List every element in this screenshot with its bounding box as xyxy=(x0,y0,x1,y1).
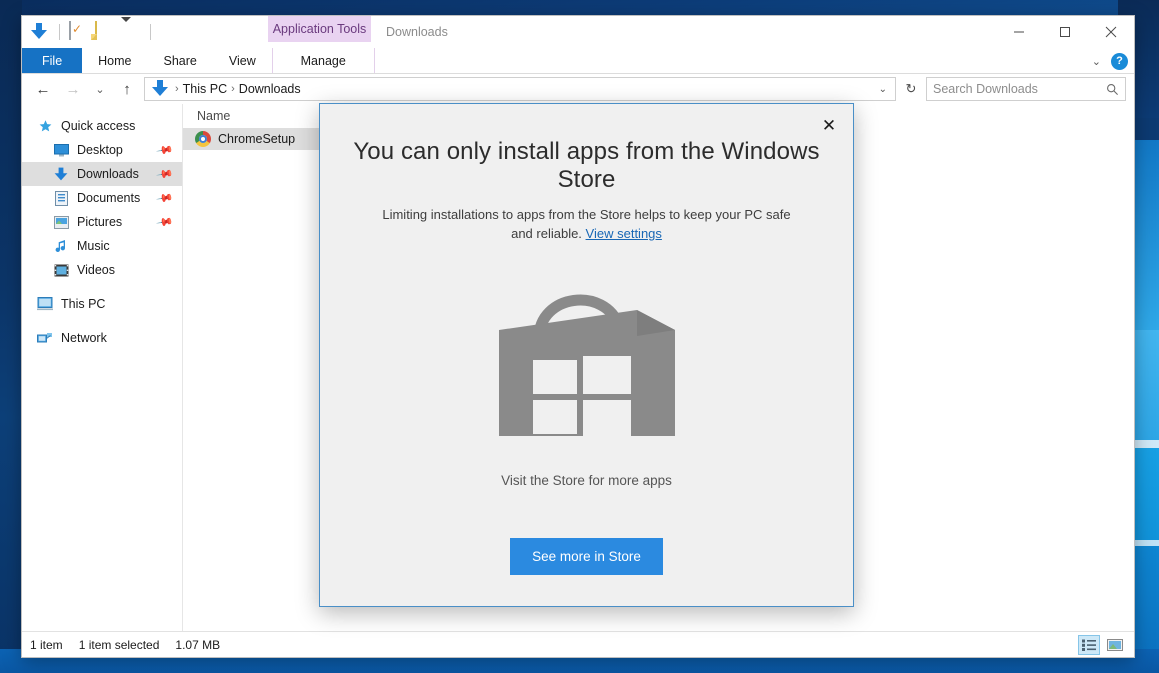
new-folder-icon[interactable] xyxy=(95,22,115,42)
pictures-icon xyxy=(52,213,70,231)
documents-icon xyxy=(52,189,70,207)
breadcrumb-separator: › xyxy=(231,83,235,95)
up-button[interactable]: ↑ xyxy=(114,77,140,101)
view-settings-link[interactable]: View settings xyxy=(586,226,662,241)
sidebar-label: Music xyxy=(77,239,110,253)
videos-icon xyxy=(52,261,70,279)
minimize-button[interactable] xyxy=(996,16,1042,48)
selection-size: 1.07 MB xyxy=(175,638,220,652)
breadcrumb-dropdown-icon[interactable]: ⌄ xyxy=(879,84,891,95)
spacer xyxy=(22,316,182,326)
sidebar-label: Network xyxy=(61,331,107,345)
network-icon xyxy=(36,329,54,347)
windows-store-dialog: ✕ You can only install apps from the Win… xyxy=(319,103,854,607)
file-name: ChromeSetup xyxy=(218,132,295,146)
ribbon-tab-strip: File Home Share View Manage ⌄ ? xyxy=(22,48,1134,74)
downloads-arrow-icon[interactable] xyxy=(30,22,50,42)
desktop-icon xyxy=(52,141,70,159)
properties-icon[interactable] xyxy=(69,22,89,42)
dialog-caption: Visit the Store for more apps xyxy=(320,473,853,488)
sidebar-item-documents[interactable]: Documents 📌 xyxy=(22,186,182,210)
this-pc-icon xyxy=(36,295,54,313)
pin-icon: 📌 xyxy=(156,141,175,160)
sidebar-label: Pictures xyxy=(77,215,122,229)
refresh-icon[interactable]: ↻ xyxy=(900,77,922,101)
view-toggle-group xyxy=(1078,635,1126,655)
sidebar-item-quick-access[interactable]: Quick access xyxy=(22,114,182,138)
breadcrumb-item-this-pc[interactable]: This PC xyxy=(183,82,227,96)
divider xyxy=(150,24,151,40)
forward-button[interactable]: → xyxy=(60,77,86,101)
recent-locations-button[interactable]: ⌄ xyxy=(90,77,110,101)
tab-share[interactable]: Share xyxy=(148,48,213,73)
table-row[interactable]: ChromeSetup xyxy=(183,128,323,150)
help-icon[interactable]: ? xyxy=(1111,53,1128,70)
see-more-in-store-button[interactable]: See more in Store xyxy=(510,538,663,575)
tab-file[interactable]: File xyxy=(22,48,82,73)
breadcrumb-separator: › xyxy=(175,83,179,95)
dialog-actions: See more in Store xyxy=(320,538,853,575)
sidebar-item-pictures[interactable]: Pictures 📌 xyxy=(22,210,182,234)
wallpaper-left-band xyxy=(0,0,22,673)
search-input[interactable]: Search Downloads xyxy=(926,77,1126,101)
divider xyxy=(59,24,60,40)
search-icon xyxy=(1106,83,1119,96)
navigation-pane: Quick access Desktop 📌 Downloads 📌 Docum… xyxy=(22,104,182,631)
search-placeholder: Search Downloads xyxy=(933,82,1102,96)
sidebar-item-videos[interactable]: Videos xyxy=(22,258,182,282)
pin-icon: 📌 xyxy=(156,189,175,208)
chrome-installer-icon xyxy=(195,131,211,147)
music-icon xyxy=(52,237,70,255)
address-bar: ← → ⌄ ↑ › This PC › Downloads ⌄ ↻ Search… xyxy=(22,74,1134,104)
star-icon xyxy=(36,117,54,135)
sidebar-label: Desktop xyxy=(77,143,123,157)
chevron-down-icon[interactable]: ⌄ xyxy=(1092,55,1101,68)
ribbon-right-controls: ⌄ ? xyxy=(1092,48,1128,74)
tab-manage[interactable]: Manage xyxy=(272,48,375,73)
back-button[interactable]: ← xyxy=(30,77,56,101)
customize-dropdown-icon[interactable] xyxy=(121,22,141,42)
breadcrumb[interactable]: › This PC › Downloads ⌄ xyxy=(144,77,896,101)
sidebar-item-desktop[interactable]: Desktop 📌 xyxy=(22,138,182,162)
contextual-tab-group-label: Application Tools xyxy=(268,16,371,42)
window-title: Downloads xyxy=(386,16,448,48)
downloads-arrow-icon xyxy=(151,79,171,99)
windows-store-bag-icon xyxy=(320,268,853,453)
sidebar-item-downloads[interactable]: Downloads 📌 xyxy=(22,162,182,186)
pin-icon: 📌 xyxy=(156,165,175,184)
status-bar: 1 item 1 item selected 1.07 MB xyxy=(22,631,1134,657)
dialog-heading: You can only install apps from the Windo… xyxy=(342,138,831,194)
details-view-button[interactable] xyxy=(1078,635,1100,655)
sidebar-item-network[interactable]: Network xyxy=(22,326,182,350)
pin-icon: 📌 xyxy=(156,213,175,232)
sidebar-label: Documents xyxy=(77,191,140,205)
sidebar-item-this-pc[interactable]: This PC xyxy=(22,292,182,316)
sidebar-label: This PC xyxy=(61,297,105,311)
window-controls xyxy=(996,16,1134,48)
close-button[interactable] xyxy=(1088,16,1134,48)
maximize-button[interactable] xyxy=(1042,16,1088,48)
dialog-close-button[interactable]: ✕ xyxy=(815,112,843,140)
sidebar-item-music[interactable]: Music xyxy=(22,234,182,258)
tab-home[interactable]: Home xyxy=(82,48,147,73)
selection-status: 1 item selected xyxy=(79,638,160,652)
sidebar-label: Videos xyxy=(77,263,115,277)
sidebar-label: Quick access xyxy=(61,119,135,133)
dialog-body-text: Limiting installations to apps from the … xyxy=(372,206,801,244)
large-icons-view-button[interactable] xyxy=(1104,635,1126,655)
item-count: 1 item xyxy=(30,638,63,652)
sidebar-label: Downloads xyxy=(77,167,139,181)
tab-view[interactable]: View xyxy=(213,48,272,73)
downloads-icon xyxy=(52,165,70,183)
title-bar: Application Tools Downloads xyxy=(22,16,1134,48)
spacer xyxy=(22,282,182,292)
quick-access-toolbar xyxy=(30,22,154,42)
breadcrumb-item-downloads[interactable]: Downloads xyxy=(239,82,301,96)
